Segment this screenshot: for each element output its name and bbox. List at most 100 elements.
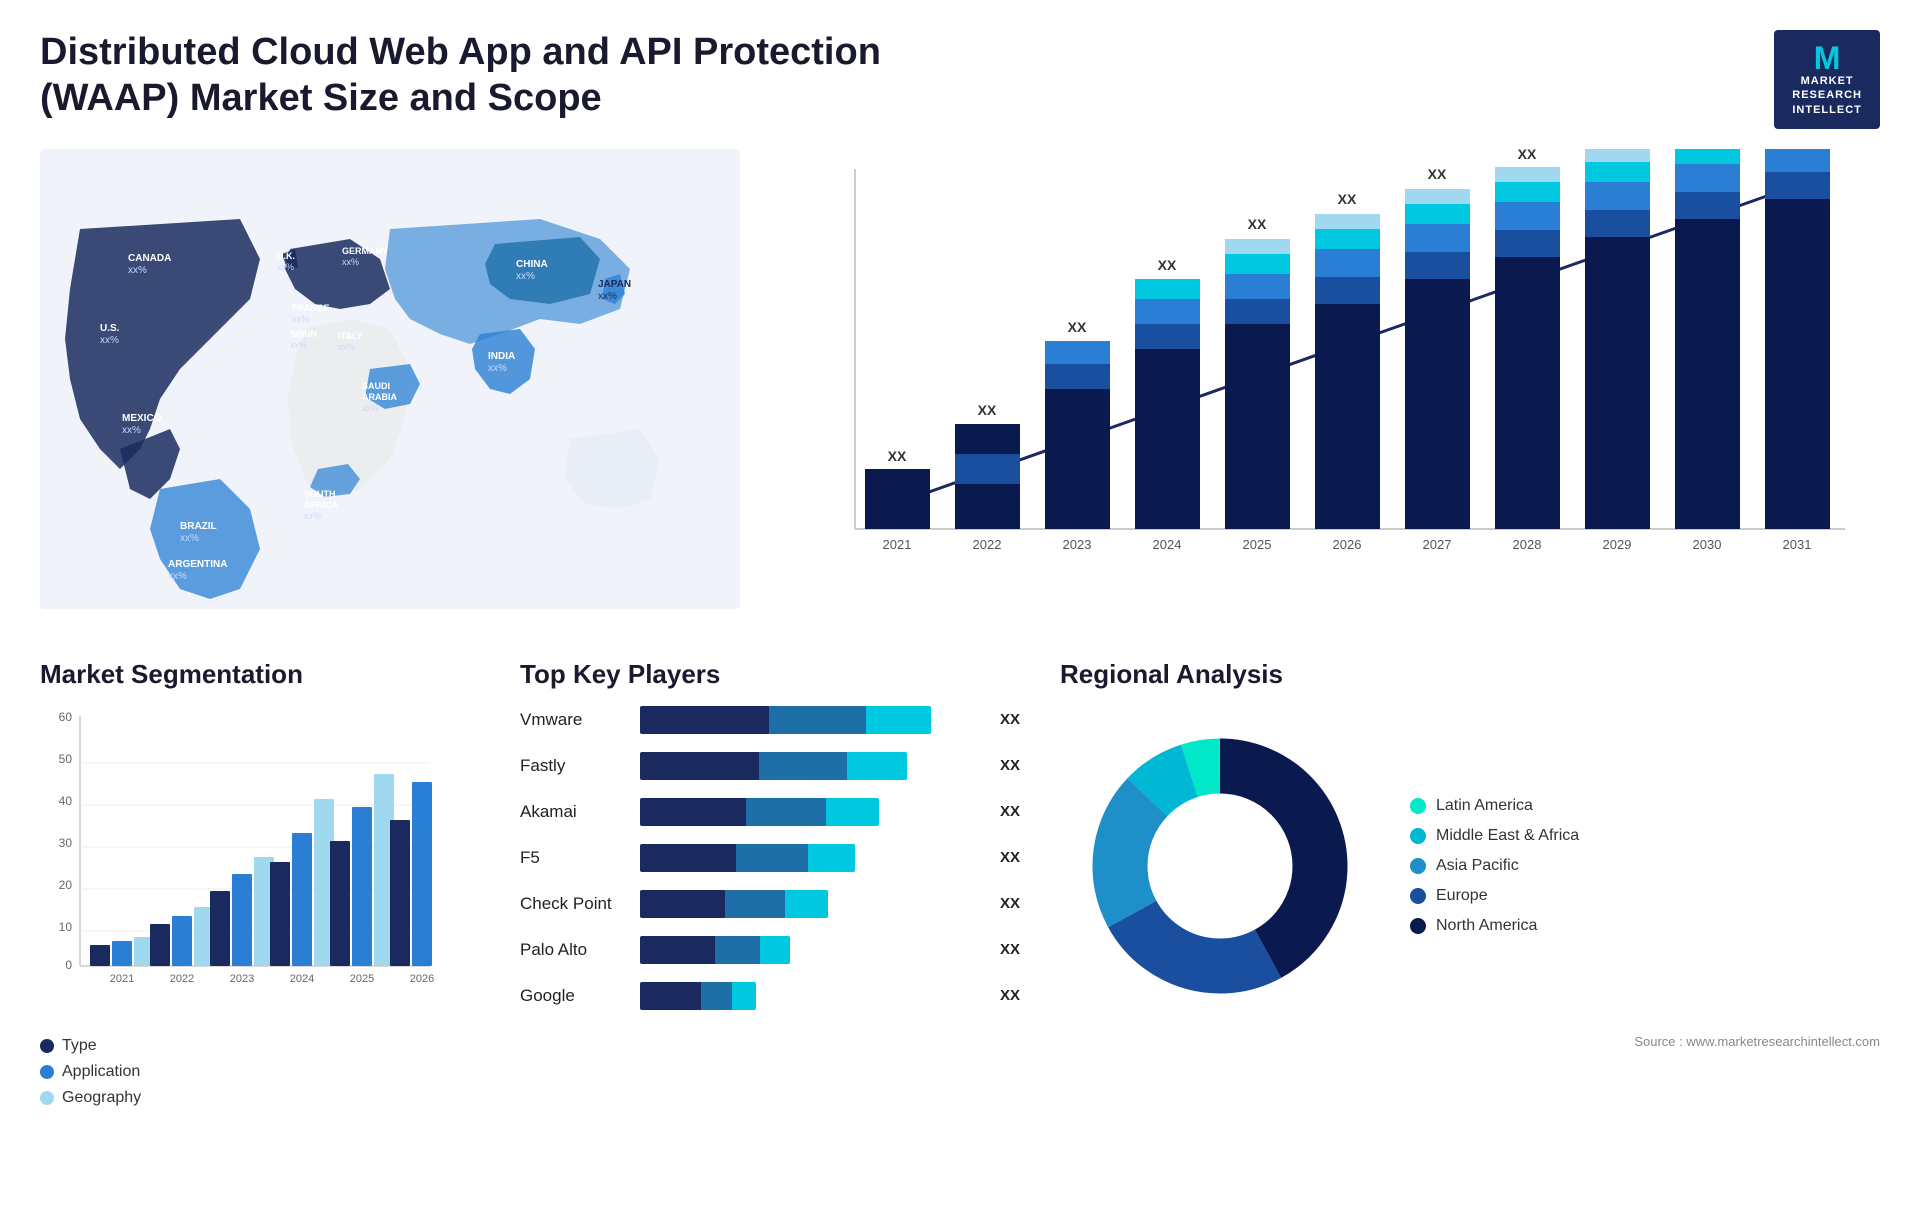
svg-text:2022: 2022: [973, 537, 1002, 552]
segmentation-section: Market Segmentation 60 50 40 30 20 10 0: [40, 659, 480, 1199]
svg-text:xx%: xx%: [292, 314, 309, 324]
svg-text:ARGENTINA: ARGENTINA: [168, 559, 227, 570]
player-xx-f5: XX: [1000, 849, 1020, 866]
svg-text:2023: 2023: [1063, 537, 1092, 552]
page-title: Distributed Cloud Web App and API Protec…: [40, 30, 940, 121]
players-title: Top Key Players: [520, 659, 1020, 690]
bar-chart-container: XX 2021 XX 2022 XX 2023: [780, 149, 1880, 629]
svg-text:2026: 2026: [410, 973, 434, 985]
svg-text:xx%: xx%: [100, 335, 119, 346]
player-bar-paloalto: [640, 936, 982, 964]
svg-text:XX: XX: [1338, 191, 1357, 207]
player-row-fastly: Fastly XX: [520, 752, 1020, 780]
bottom-section: Market Segmentation 60 50 40 30 20 10 0: [40, 659, 1880, 1199]
svg-text:SAUDI: SAUDI: [362, 381, 390, 391]
svg-text:2027: 2027: [1423, 537, 1452, 552]
title-block: Distributed Cloud Web App and API Protec…: [40, 30, 940, 121]
header: Distributed Cloud Web App and API Protec…: [40, 30, 1880, 129]
svg-text:xx%: xx%: [168, 571, 187, 582]
svg-text:xx%: xx%: [598, 291, 617, 302]
player-row-google: Google XX: [520, 982, 1020, 1010]
player-xx-akamai: XX: [1000, 803, 1020, 820]
logo-text: MARKETRESEARCHINTELLECT: [1792, 74, 1862, 117]
svg-text:XX: XX: [888, 448, 907, 464]
svg-text:XX: XX: [1518, 149, 1537, 162]
svg-text:BRAZIL: BRAZIL: [180, 521, 217, 532]
latin-america-dot: [1410, 798, 1426, 814]
player-bar-vmware: [640, 706, 982, 734]
player-name-akamai: Akamai: [520, 802, 630, 822]
player-xx-fastly: XX: [1000, 757, 1020, 774]
svg-text:xx%: xx%: [338, 342, 355, 352]
map-svg: CANADA xx% U.S. xx% MEXICO xx% BRAZIL xx…: [40, 149, 740, 609]
svg-text:xx%: xx%: [488, 363, 507, 374]
donut-chart-svg: [1060, 706, 1380, 1026]
segmentation-chart-svg: 60 50 40 30 20 10 0 2021: [40, 706, 460, 1016]
player-row-checkpoint: Check Point XX: [520, 890, 1020, 918]
player-bar-google: [640, 982, 982, 1010]
svg-text:60: 60: [59, 710, 73, 724]
geography-dot: [40, 1091, 54, 1105]
player-bar-checkpoint: [640, 890, 982, 918]
svg-text:SOUTH: SOUTH: [304, 489, 336, 499]
legend-geography: Geography: [40, 1089, 480, 1107]
svg-text:GERMANY: GERMANY: [342, 246, 388, 256]
svg-text:2028: 2028: [1513, 537, 1542, 552]
europe-label: Europe: [1436, 887, 1488, 905]
regional-title: Regional Analysis: [1060, 659, 1880, 690]
svg-text:xx%: xx%: [516, 271, 535, 282]
player-row-akamai: Akamai XX: [520, 798, 1020, 826]
type-dot: [40, 1039, 54, 1053]
players-section: Top Key Players Vmware XX Fastly: [520, 659, 1020, 1199]
player-bar-f5: [640, 844, 982, 872]
svg-text:2024: 2024: [290, 973, 314, 985]
europe-dot: [1410, 888, 1426, 904]
svg-text:MEXICO: MEXICO: [122, 413, 162, 424]
type-label: Type: [62, 1037, 97, 1055]
source-text: Source : www.marketresearchintellect.com: [1060, 1034, 1880, 1049]
svg-text:ARABIA: ARABIA: [362, 392, 397, 402]
player-name-fastly: Fastly: [520, 756, 630, 776]
player-row-f5: F5 XX: [520, 844, 1020, 872]
svg-text:U.K.: U.K.: [277, 251, 295, 261]
player-bar-fastly: [640, 752, 982, 780]
player-xx-paloalto: XX: [1000, 941, 1020, 958]
segmentation-legend: Type Application Geography: [40, 1037, 480, 1107]
north-america-dot: [1410, 918, 1426, 934]
svg-text:30: 30: [59, 836, 73, 850]
svg-text:2029: 2029: [1603, 537, 1632, 552]
svg-text:40: 40: [59, 794, 73, 808]
world-map: CANADA xx% U.S. xx% MEXICO xx% BRAZIL xx…: [40, 149, 740, 609]
svg-text:2024: 2024: [1153, 537, 1182, 552]
svg-text:XX: XX: [978, 402, 997, 418]
geography-label: Geography: [62, 1089, 141, 1107]
svg-text:SPAIN: SPAIN: [290, 329, 317, 339]
map-section: CANADA xx% U.S. xx% MEXICO xx% BRAZIL xx…: [40, 149, 740, 629]
legend-type: Type: [40, 1037, 480, 1055]
north-america-label: North America: [1436, 917, 1537, 935]
legend-application: Application: [40, 1063, 480, 1081]
svg-text:10: 10: [59, 920, 73, 934]
player-xx-google: XX: [1000, 987, 1020, 1004]
asia-pacific-dot: [1410, 858, 1426, 874]
logo-box: M MARKETRESEARCHINTELLECT: [1774, 30, 1880, 129]
player-name-f5: F5: [520, 848, 630, 868]
svg-text:XX: XX: [1248, 216, 1267, 232]
svg-text:CANADA: CANADA: [128, 253, 171, 264]
player-xx-checkpoint: XX: [1000, 895, 1020, 912]
svg-text:XX: XX: [1428, 166, 1447, 182]
svg-text:xx%: xx%: [122, 425, 141, 436]
svg-text:xx%: xx%: [290, 340, 307, 350]
middle-east-africa-label: Middle East & Africa: [1436, 827, 1579, 845]
svg-text:2026: 2026: [1333, 537, 1362, 552]
svg-text:50: 50: [59, 752, 73, 766]
bar-chart-section: XX 2021 XX 2022 XX 2023: [780, 149, 1880, 629]
svg-text:2031: 2031: [1783, 537, 1812, 552]
svg-text:2022: 2022: [170, 973, 194, 985]
player-xx-vmware: XX: [1000, 711, 1020, 728]
svg-text:xx%: xx%: [128, 265, 147, 276]
svg-text:2021: 2021: [883, 537, 912, 552]
application-label: Application: [62, 1063, 140, 1081]
regional-section: Regional Analysis: [1060, 659, 1880, 1199]
player-row-paloalto: Palo Alto XX: [520, 936, 1020, 964]
